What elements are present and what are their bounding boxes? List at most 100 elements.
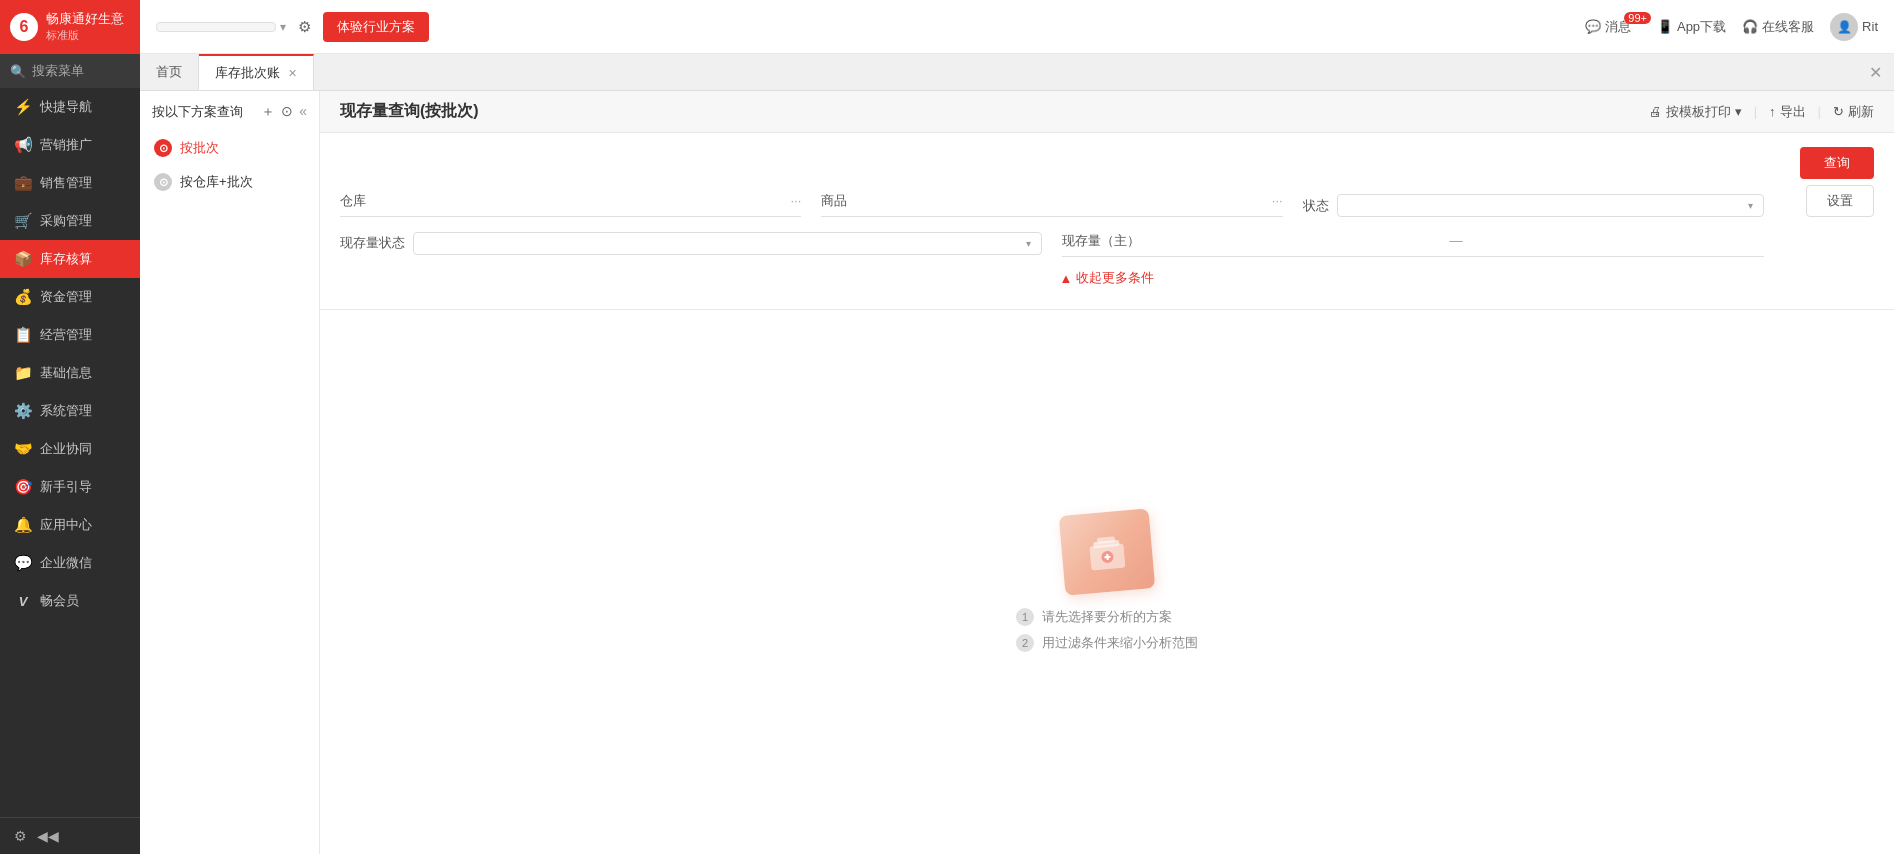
plan-item-by-warehouse-batch[interactable]: ⊙ 按仓库+批次 xyxy=(140,165,319,199)
hint-1: 1 请先选择要分析的方案 xyxy=(1016,608,1198,626)
page-header-actions: 🖨 按模板打印 ▾ | ↑ 导出 | ↻ 刷新 xyxy=(1649,103,1874,121)
product-dots[interactable]: ··· xyxy=(1272,193,1283,208)
hint-num-2: 2 xyxy=(1016,634,1034,652)
left-panel-settings-icon[interactable]: ⊙ xyxy=(281,103,293,121)
topbar-search-box[interactable] xyxy=(156,22,276,32)
empty-state: 1 请先选择要分析的方案 2 用过滤条件来缩小分析范围 xyxy=(320,310,1894,854)
sidebar-item-quick-nav[interactable]: ⚡ 快捷导航 xyxy=(0,88,140,126)
inventory-status-arrow-icon: ▾ xyxy=(1026,238,1031,249)
product-input[interactable] xyxy=(855,189,1267,212)
app-download-label: App下载 xyxy=(1677,18,1726,36)
system-icon: ⚙️ xyxy=(14,402,32,420)
sidebar-item-label: 系统管理 xyxy=(40,402,92,420)
content-area: 按以下方案查询 ＋ ⊙ « ⊙ 按批次 ⊙ 按仓库+批次 现存量查询(按批次) xyxy=(140,91,1894,854)
sidebar-nav: ⚡ 快捷导航 📢 营销推广 💼 销售管理 🛒 采购管理 📦 库存核算 💰 资金管… xyxy=(0,88,140,817)
sidebar-version: 标准版 xyxy=(46,28,124,43)
refresh-btn[interactable]: ↻ 刷新 xyxy=(1833,103,1874,121)
inventory-icon: 📦 xyxy=(14,250,32,268)
left-panel-header: 按以下方案查询 ＋ ⊙ « xyxy=(140,103,319,131)
sidebar-item-basic[interactable]: 📁 基础信息 xyxy=(0,354,140,392)
sidebar-item-label: 采购管理 xyxy=(40,212,92,230)
query-button[interactable]: 查询 xyxy=(1800,147,1874,179)
page-header: 现存量查询(按批次) 🖨 按模板打印 ▾ | ↑ 导出 | ↻ xyxy=(320,91,1894,133)
sidebar-app-name: 畅康通好生意 xyxy=(46,11,124,28)
marketing-icon: 📢 xyxy=(14,136,32,154)
plan-item-by-batch[interactable]: ⊙ 按批次 xyxy=(140,131,319,165)
status-dropdown[interactable]: ▾ xyxy=(1337,194,1764,217)
inventory-qty-label: 现存量（主） xyxy=(1062,232,1140,250)
newbie-icon: 🎯 xyxy=(14,478,32,496)
sidebar-item-system[interactable]: ⚙️ 系统管理 xyxy=(0,392,140,430)
topbar-actions: 💬 消息 99+ 📱 App下载 🎧 在线客服 👤 Rit xyxy=(1585,13,1878,41)
sidebar-item-apps[interactable]: 🔔 应用中心 xyxy=(0,506,140,544)
plan-label-warehouse-batch: 按仓库+批次 xyxy=(180,173,253,191)
topbar-app-download[interactable]: 📱 App下载 xyxy=(1657,18,1726,36)
sidebar-item-label: 库存核算 xyxy=(40,250,92,268)
warehouse-dots[interactable]: ··· xyxy=(790,193,801,208)
print-btn[interactable]: 🖨 按模板打印 ▾ xyxy=(1649,103,1742,121)
inventory-qty-max-input[interactable] xyxy=(1471,229,1765,252)
quick-nav-icon: ⚡ xyxy=(14,98,32,116)
trial-btn[interactable]: 体验行业方案 xyxy=(323,12,429,42)
query-btn-col: 查询 设置 xyxy=(1784,147,1874,217)
sidebar-item-member[interactable]: V 畅会员 xyxy=(0,582,140,620)
topbar-msg[interactable]: 💬 消息 99+ xyxy=(1585,18,1641,36)
sidebar: 6 畅康通好生意 标准版 🔍 搜索菜单 ⚡ 快捷导航 📢 营销推广 💼 销售管理… xyxy=(0,0,140,854)
settings-footer-icon[interactable]: ⚙ xyxy=(14,828,27,844)
service-icon: 🎧 xyxy=(1742,19,1758,34)
page-title: 现存量查询(按批次) xyxy=(340,101,479,122)
hint-text-1: 请先选择要分析的方案 xyxy=(1042,608,1172,626)
sidebar-item-ops[interactable]: 📋 经营管理 xyxy=(0,316,140,354)
tab-close-icon[interactable]: ✕ xyxy=(288,67,297,80)
empty-box-icon xyxy=(1059,508,1156,596)
warehouse-input[interactable] xyxy=(374,189,786,212)
avatar: 👤 xyxy=(1830,13,1858,41)
qty-dash: — xyxy=(1450,233,1463,248)
topbar-chevron-icon[interactable]: ▾ xyxy=(280,20,286,34)
apps-icon: 🔔 xyxy=(14,516,32,534)
product-label: 商品 xyxy=(821,192,847,210)
search-icon: 🔍 xyxy=(10,64,26,79)
sidebar-header: 6 畅康通好生意 标准版 xyxy=(0,0,140,54)
tab-close-panel-icon[interactable]: ✕ xyxy=(1857,63,1894,82)
print-arrow-icon[interactable]: ▾ xyxy=(1735,104,1742,119)
sidebar-item-label: 企业协同 xyxy=(40,440,92,458)
sidebar-item-weixin[interactable]: 💬 企业微信 xyxy=(0,544,140,582)
sidebar-item-newbie[interactable]: 🎯 新手引导 xyxy=(0,468,140,506)
topbar-online-service[interactable]: 🎧 在线客服 xyxy=(1742,18,1814,36)
sidebar-item-sales[interactable]: 💼 销售管理 xyxy=(0,164,140,202)
plan-icon-batch: ⊙ xyxy=(154,139,172,157)
collapse-label: 收起更多条件 xyxy=(1076,269,1154,287)
hint-text-2: 用过滤条件来缩小分析范围 xyxy=(1042,634,1198,652)
left-panel-title: 按以下方案查询 xyxy=(152,103,243,121)
left-panel-add-icon[interactable]: ＋ xyxy=(261,103,275,121)
sales-icon: 💼 xyxy=(14,174,32,192)
online-service-label: 在线客服 xyxy=(1762,18,1814,36)
sidebar-search-label: 搜索菜单 xyxy=(32,62,84,80)
sidebar-logo: 6 xyxy=(10,13,38,41)
inventory-qty-min-input[interactable] xyxy=(1148,229,1442,252)
member-icon: V xyxy=(14,594,32,609)
tab-batch-account[interactable]: 库存批次账 ✕ xyxy=(199,54,314,90)
collapse-bar[interactable]: ▲ 收起更多条件 xyxy=(340,261,1874,295)
filter-area: 仓库 ··· 商品 ··· 状态 ▾ xyxy=(320,133,1894,310)
collapse-sidebar-icon[interactable]: ◀◀ xyxy=(37,828,59,844)
settings-button[interactable]: 设置 xyxy=(1806,185,1874,217)
sidebar-item-purchase[interactable]: 🛒 采购管理 xyxy=(0,202,140,240)
print-label: 按模板打印 xyxy=(1666,103,1731,121)
sidebar-item-corp[interactable]: 🤝 企业协同 xyxy=(0,430,140,468)
left-panel-collapse-icon[interactable]: « xyxy=(299,103,307,121)
sidebar-item-finance[interactable]: 💰 资金管理 xyxy=(0,278,140,316)
sidebar-item-label: 应用中心 xyxy=(40,516,92,534)
sidebar-search[interactable]: 🔍 搜索菜单 xyxy=(0,54,140,88)
inventory-status-dropdown[interactable]: ▾ xyxy=(413,232,1042,255)
sidebar-item-marketing[interactable]: 📢 营销推广 xyxy=(0,126,140,164)
topbar-user[interactable]: 👤 Rit xyxy=(1830,13,1878,41)
empty-state-hints: 1 请先选择要分析的方案 2 用过滤条件来缩小分析范围 xyxy=(1016,608,1198,652)
export-btn[interactable]: ↑ 导出 xyxy=(1769,103,1806,121)
hint-2: 2 用过滤条件来缩小分析范围 xyxy=(1016,634,1198,652)
sidebar-item-inventory[interactable]: 📦 库存核算 xyxy=(0,240,140,278)
topbar-gear-icon[interactable]: ⚙ xyxy=(298,18,311,36)
tab-home[interactable]: 首页 xyxy=(140,55,199,89)
weixin-icon: 💬 xyxy=(14,554,32,572)
